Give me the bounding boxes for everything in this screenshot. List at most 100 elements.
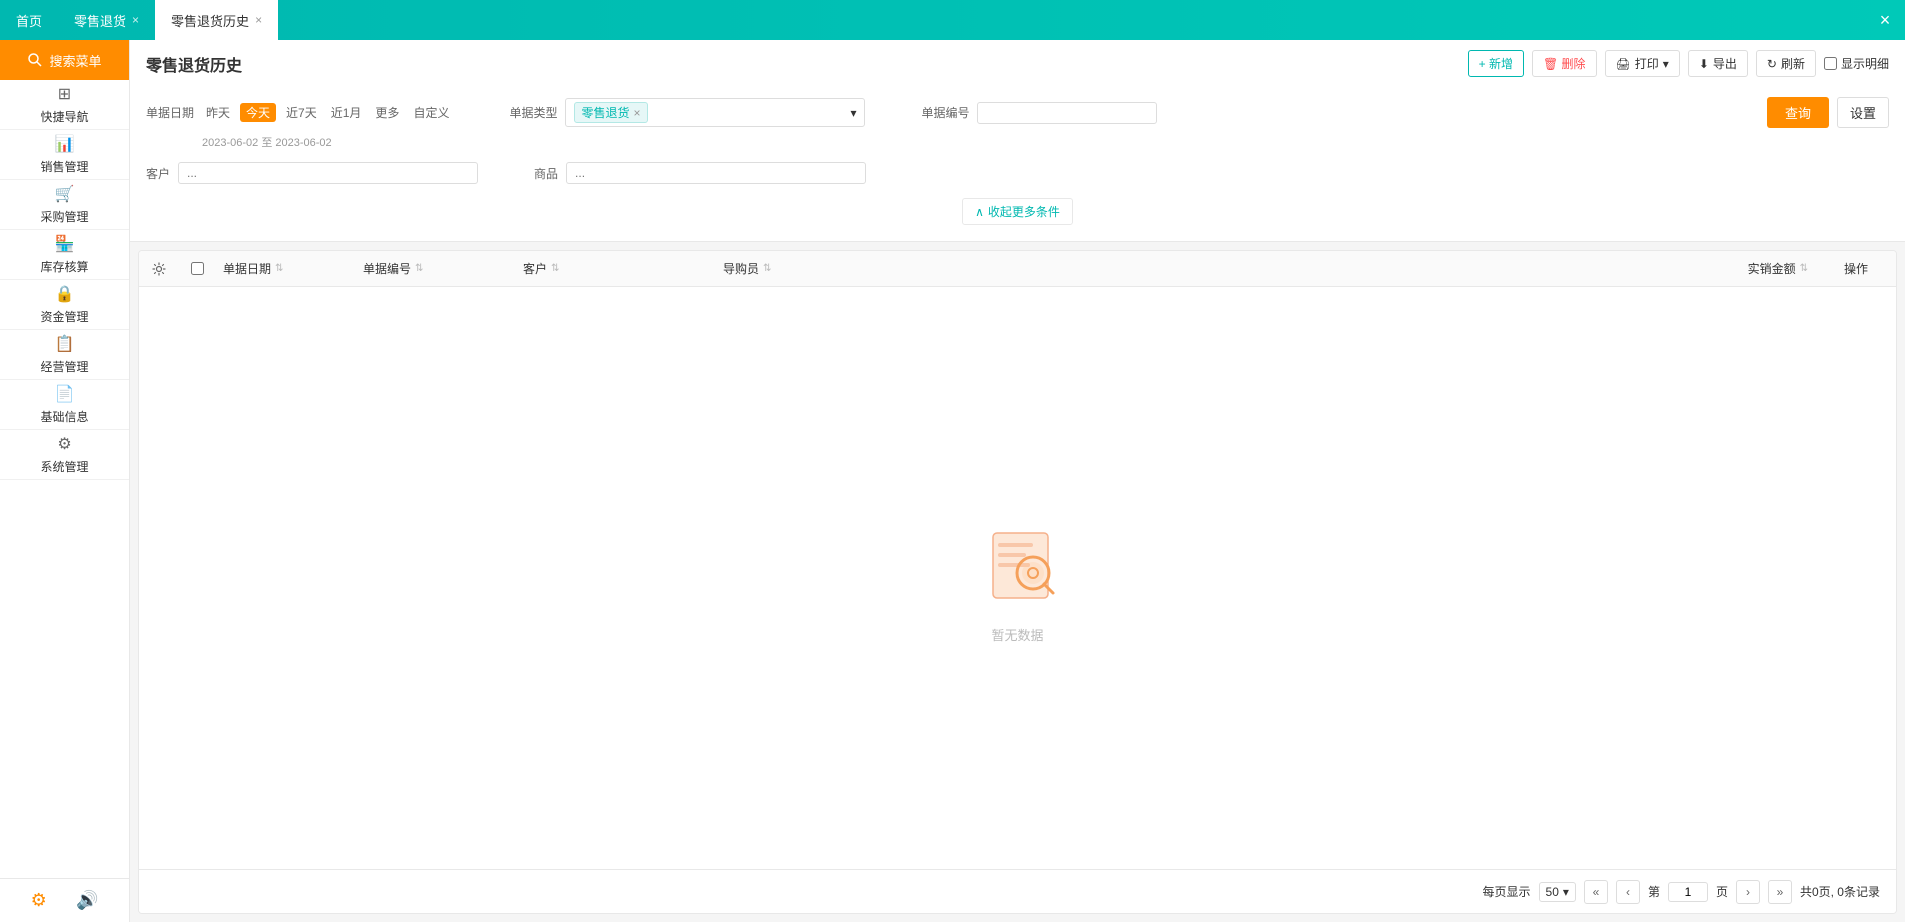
refresh-icon: ↻ — [1767, 57, 1777, 71]
th-customer-label: 客户 — [523, 260, 547, 277]
customer-filter-input[interactable] — [178, 162, 478, 184]
table-section: 单据日期 ⇅ 单据编号 ⇅ 客户 ⇅ 导购员 ⇅ 实销金额 ⇅ — [138, 250, 1897, 914]
shortcut-7days[interactable]: 近7天 — [282, 103, 321, 122]
audio-icon[interactable]: 🔊 — [76, 890, 98, 911]
th-date[interactable]: 单据日期 ⇅ — [215, 260, 355, 277]
filter-row-1: 单据日期 昨天 今天 近7天 近1月 更多 自定义 单据类型 — [146, 93, 1889, 132]
th-amount[interactable]: 实销金额 ⇅ — [1696, 260, 1816, 277]
first-page-button[interactable]: « — [1584, 880, 1608, 904]
date-shortcuts: 昨天 今天 近7天 近1月 更多 自定义 — [202, 103, 453, 122]
toolbar: + 新增 🗑 删除 🖨 打印 ▾ ⬇ 导出 ↻ 刷新 — [1468, 50, 1889, 77]
date-range-row: 2023-06-02 至 2023-06-02 — [146, 130, 1889, 154]
pagination-summary: 共0页, 0条记录 — [1800, 883, 1880, 900]
shortcut-today[interactable]: 今天 — [240, 103, 276, 122]
sidebar-item-ops-mgmt[interactable]: 📋 经营管理 — [0, 330, 129, 380]
query-button[interactable]: 查询 — [1767, 97, 1829, 128]
th-no-label: 单据编号 — [363, 260, 411, 277]
inventory-icon: 🏪 — [55, 234, 75, 254]
print-button[interactable]: 🖨 打印 ▾ — [1605, 50, 1680, 77]
sidebar-item-purchase-mgmt[interactable]: 🛒 采购管理 — [0, 180, 129, 230]
main-layout: 搜索菜单 ⊞ 快捷导航 📊 销售管理 🛒 采购管理 🏪 库存核算 🔒 资金管理 — [0, 40, 1905, 922]
shortcut-custom[interactable]: 自定义 — [409, 103, 453, 122]
customer-filter-label: 客户 — [146, 165, 170, 182]
sidebar-footer: ⚙ 🔊 — [0, 878, 129, 922]
settings-icon[interactable]: ⚙ — [31, 890, 47, 911]
goods-filter-label: 商品 — [534, 165, 558, 182]
print-label: 打印 — [1635, 55, 1659, 72]
th-no-sort-icon: ⇅ — [415, 263, 423, 274]
page-size-select[interactable]: 50 ▾ — [1539, 882, 1576, 902]
customer-filter: 客户 — [146, 162, 478, 184]
shortcut-more[interactable]: 更多 — [371, 103, 403, 122]
sidebar-item-sales-mgmt[interactable]: 📊 销售管理 — [0, 130, 129, 180]
type-filter-select[interactable]: 零售退货 × ▾ — [565, 98, 865, 127]
page-label: 页 — [1716, 883, 1728, 900]
sidebar-item-inventory[interactable]: 🏪 库存核算 — [0, 230, 129, 280]
shortcut-1month[interactable]: 近1月 — [327, 103, 366, 122]
type-tag-label: 零售退货 — [581, 104, 629, 121]
type-tag-close[interactable]: × — [633, 106, 640, 120]
th-amount-sort-icon: ⇅ — [1800, 263, 1808, 274]
number-filter-input[interactable] — [977, 102, 1157, 124]
page-title: 零售退货历史 — [146, 52, 242, 76]
type-tag-retail-return: 零售退货 × — [574, 102, 647, 123]
query-buttons: 查询 设置 — [1767, 97, 1889, 128]
first-page-icon: « — [1593, 885, 1600, 899]
shortcut-yesterday[interactable]: 昨天 — [202, 103, 234, 122]
last-page-button[interactable]: » — [1768, 880, 1792, 904]
pagination-bar: 每页显示 50 ▾ « ‹ 第 页 › » — [139, 869, 1896, 913]
next-page-button[interactable]: › — [1736, 880, 1760, 904]
export-button[interactable]: ⬇ 导出 — [1688, 50, 1748, 77]
tab-retail-return[interactable]: 零售退货 × — [58, 0, 155, 40]
number-filter-label: 单据编号 — [921, 104, 969, 121]
column-settings-button[interactable] — [139, 262, 179, 276]
tab-retail-return-history[interactable]: 零售退货历史 × — [155, 0, 278, 40]
window-close-button[interactable]: × — [1865, 0, 1905, 40]
empty-text: 暂无数据 — [991, 625, 1043, 644]
sidebar-item-sys-mgmt[interactable]: ⚙ 系统管理 — [0, 430, 129, 480]
prev-page-button[interactable]: ‹ — [1616, 880, 1640, 904]
sidebar-item-label: 资金管理 — [40, 308, 88, 325]
filter-row-2: 客户 商品 — [146, 158, 1889, 188]
th-guide-label: 导购员 — [723, 260, 759, 277]
th-guide[interactable]: 导购员 ⇅ — [715, 260, 1696, 277]
collapse-button[interactable]: ∧ 收起更多条件 — [962, 198, 1073, 225]
collapse-arrow-icon: ∧ — [975, 205, 984, 219]
tab-retail-return-close[interactable]: × — [132, 13, 139, 27]
th-customer-sort-icon: ⇅ — [551, 263, 559, 274]
type-filter-label: 单据类型 — [509, 104, 557, 121]
sidebar-item-label: 系统管理 — [40, 458, 88, 475]
show-detail-checkbox-label[interactable]: 显示明细 — [1824, 55, 1889, 72]
goods-filter-input[interactable] — [566, 162, 866, 184]
sidebar-item-finance[interactable]: 🔒 资金管理 — [0, 280, 129, 330]
tab-home[interactable]: 首页 — [0, 0, 58, 40]
refresh-button[interactable]: ↻ 刷新 — [1756, 50, 1816, 77]
show-detail-checkbox[interactable] — [1824, 57, 1837, 70]
sidebar-item-quick-nav[interactable]: ⊞ 快捷导航 — [0, 80, 129, 130]
purchase-mgmt-icon: 🛒 — [55, 184, 75, 204]
header-checkbox[interactable] — [191, 262, 204, 275]
th-no[interactable]: 单据编号 ⇅ — [355, 260, 515, 277]
type-select-arrow: ▾ — [850, 106, 856, 120]
th-customer[interactable]: 客户 ⇅ — [515, 260, 715, 277]
empty-illustration — [968, 513, 1068, 613]
type-select-tags: 零售退货 × — [574, 102, 647, 123]
delete-button[interactable]: 🗑 删除 — [1532, 50, 1597, 77]
new-button[interactable]: + 新增 — [1468, 50, 1524, 77]
tab-retail-return-history-close[interactable]: × — [255, 13, 262, 27]
sidebar-menu: ⊞ 快捷导航 📊 销售管理 🛒 采购管理 🏪 库存核算 🔒 资金管理 📋 — [0, 80, 129, 878]
sidebar-item-base-info[interactable]: 📄 基础信息 — [0, 380, 129, 430]
print-chevron-icon: ▾ — [1663, 57, 1669, 71]
sidebar-search-label: 搜索菜单 — [49, 51, 101, 70]
sidebar-search-button[interactable]: 搜索菜单 — [0, 40, 129, 80]
select-all-checkbox[interactable] — [179, 262, 215, 275]
tab-list: 首页 零售退货 × 零售退货历史 × — [0, 0, 1865, 40]
settings-button[interactable]: 设置 — [1837, 97, 1889, 128]
collapse-label: 收起更多条件 — [988, 203, 1060, 220]
th-date-sort-icon: ⇅ — [275, 263, 283, 274]
th-guide-sort-icon: ⇅ — [763, 263, 771, 274]
prev-page-icon: ‹ — [1626, 885, 1630, 899]
page-title-row: 零售退货历史 + 新增 🗑 删除 🖨 打印 ▾ ⬇ 导出 ↻ — [146, 50, 1889, 85]
page-size-arrow: ▾ — [1563, 885, 1569, 899]
page-number-input[interactable] — [1668, 882, 1708, 902]
